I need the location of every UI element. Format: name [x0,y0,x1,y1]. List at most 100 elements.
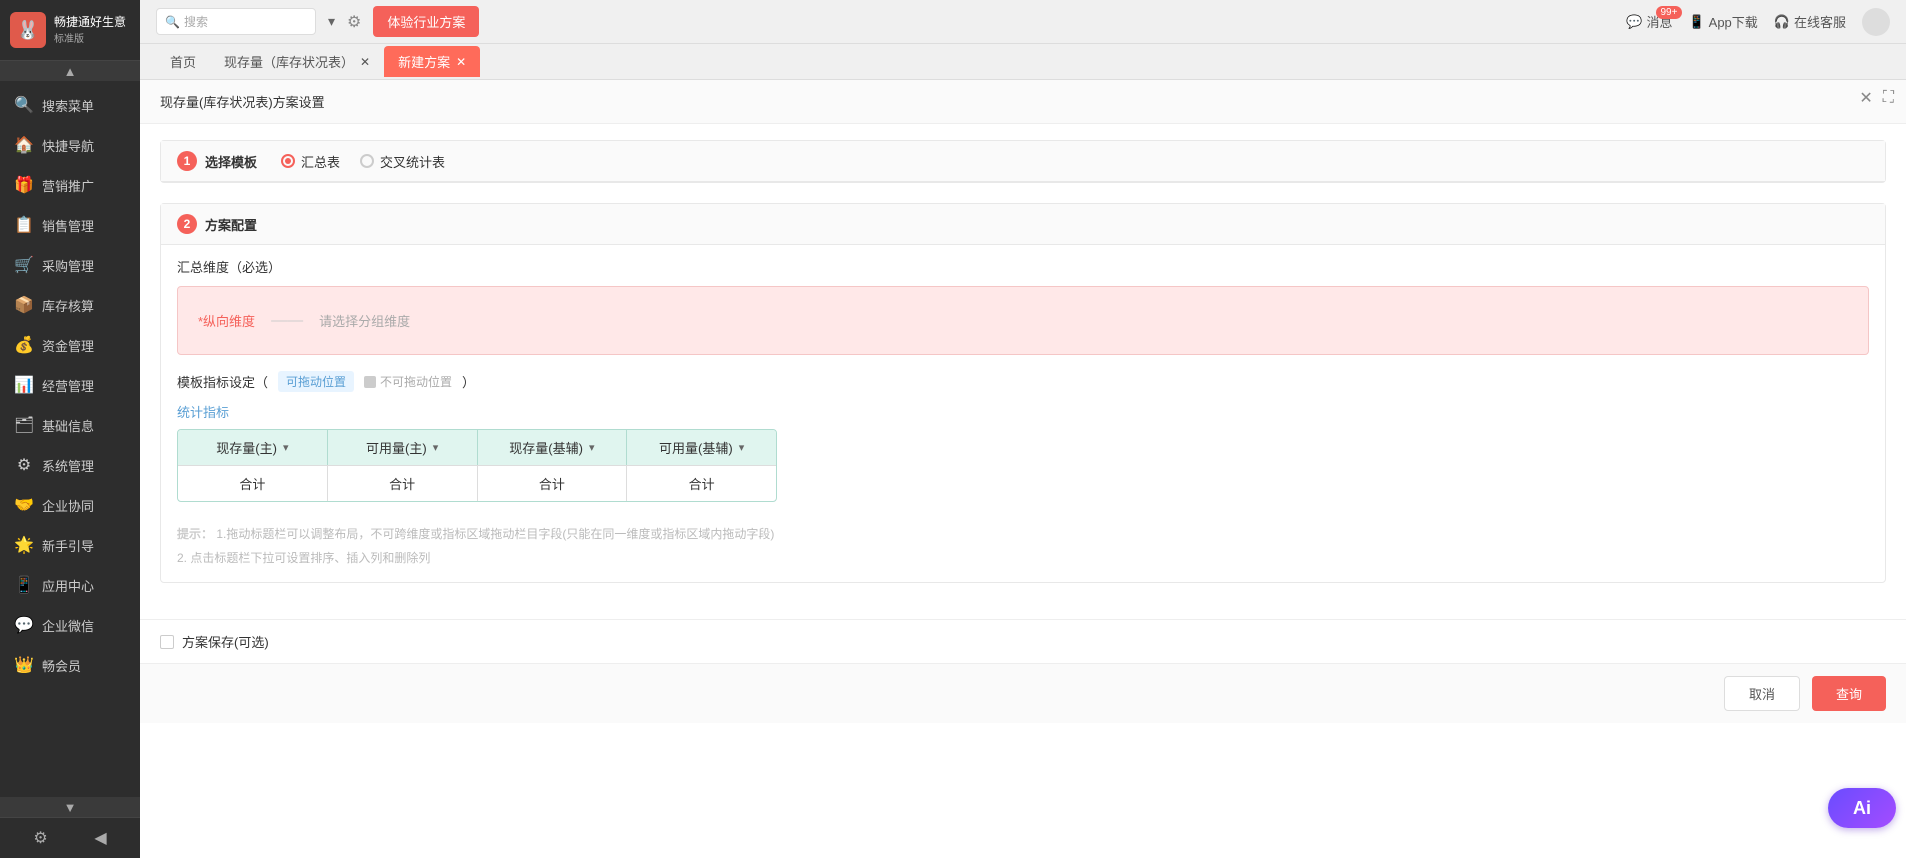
sidebar-scroll-up[interactable]: ▲ [0,61,140,81]
sidebar-item-operations[interactable]: 📊 经营管理 [0,365,140,405]
content-panel: ✕ ⛶ 现存量(库存状况表)方案设置 1 选择模板 汇总表 [140,80,1906,858]
save-option-row: 方案保存(可选) [140,619,1906,663]
stat-col-0[interactable]: 现存量(主) ▾ [178,430,328,465]
sidebar-item-system[interactable]: ⚙ 系统管理 [0,445,140,485]
logo-badge: 标准版 [54,30,126,45]
app-download-button[interactable]: 📱 App下载 [1688,12,1757,31]
tabs-bar: 首页 现存量（库存状况表） ✕ 新建方案 ✕ [140,44,1906,80]
metrics-config-close: ） [462,372,475,391]
service-button[interactable]: 🎧 在线客服 [1774,12,1846,31]
sidebar-item-member[interactable]: 👑 畅会员 [0,645,140,685]
stat-col-3[interactable]: 可用量(基辅) ▾ [627,430,776,465]
sidebar-item-finance[interactable]: 💰 资金管理 [0,325,140,365]
stat-col-1[interactable]: 可用量(主) ▾ [328,430,478,465]
stat-table-header: 现存量(主) ▾ 可用量(主) ▾ 现存量(基辅) ▾ [178,430,776,465]
sidebar-item-label: 畅会员 [42,656,81,675]
cooperation-icon: 🤝 [14,495,34,515]
sidebar-item-app-center[interactable]: 📱 应用中心 [0,565,140,605]
sidebar-item-inventory[interactable]: 📦 库存核算 [0,285,140,325]
sidebar-item-label: 采购管理 [42,256,94,275]
close-panel-button[interactable]: ✕ [1859,88,1872,108]
settings-icon[interactable]: ⚙ [33,828,47,848]
metrics-config-label: 模板指标设定（ [177,372,268,391]
step2-block: 2 方案配置 汇总维度（必选） *纵向维度 —— 请选择分组维度 [160,203,1886,583]
logo-text: 畅捷通好生意 [54,15,126,31]
save-option-label: 方案保存(可选) [182,632,269,651]
sidebar-item-search-menu[interactable]: 🔍 搜索菜单 [0,85,140,125]
search-bar[interactable]: 🔍 搜索 [156,8,316,35]
sidebar-item-basic-info[interactable]: 🗂 基础信息 [0,405,140,445]
stat-cell-2: 合计 [478,466,628,501]
stat-col-2[interactable]: 现存量(基辅) ▾ [478,430,628,465]
tab-new-plan[interactable]: 新建方案 ✕ [384,46,480,77]
query-button[interactable]: 查询 [1812,676,1886,711]
stat-cell-3: 合计 [627,466,776,501]
sidebar-item-label: 企业协同 [42,496,94,515]
expand-panel-button[interactable]: ⛶ [1883,89,1894,107]
sales-icon: 📋 [14,215,34,235]
non-draggable-icon [364,376,376,388]
non-draggable-badge: 不可拖动位置 [364,373,452,390]
dimension-placeholder: 请选择分组维度 [319,311,410,330]
stat-cell-0: 合计 [178,466,328,501]
wechat-icon: 💬 [14,615,34,635]
sidebar-footer: ⚙ ◀ [0,817,140,858]
avatar[interactable] [1862,8,1890,36]
save-checkbox[interactable] [160,635,174,649]
trial-button[interactable]: 体验行业方案 [373,6,479,37]
chevron-down-icon-3: ▾ [739,441,745,454]
sidebar: 🐰 畅捷通好生意 标准版 ▲ 🔍 搜索菜单 🏠 快捷导航 🎁 营销推广 📋 销售… [0,0,140,858]
tab-inventory-status[interactable]: 现存量（库存状况表） ✕ [210,46,384,77]
sidebar-item-label: 经营管理 [42,376,94,395]
sidebar-item-newbie[interactable]: 🌟 新手引导 [0,525,140,565]
stat-section-label: 统计指标 [177,402,1869,421]
topbar-gear-icon[interactable]: ⚙ [347,12,361,32]
tab-close-inventory[interactable]: ✕ [360,55,370,69]
sidebar-item-wechat[interactable]: 💬 企业微信 [0,605,140,645]
stat-cell-1: 合计 [328,466,478,501]
step1-block: 1 选择模板 汇总表 交叉统计表 [160,140,1886,183]
sidebar-item-label: 库存核算 [42,296,94,315]
ai-label: Ai [1853,798,1871,819]
main-area: 🔍 搜索 ▾ ⚙ 体验行业方案 💬 消息 99+ 📱 App下载 🎧 在线客服 [140,0,1906,858]
panel-controls: ✕ ⛶ [1859,88,1894,108]
statistics-table: 现存量(主) ▾ 可用量(主) ▾ 现存量(基辅) ▾ [177,429,777,502]
chevron-down-icon-1: ▾ [433,441,439,454]
dimension-box[interactable]: *纵向维度 —— 请选择分组维度 [177,286,1869,355]
panel-footer: 取消 查询 [140,663,1906,723]
sidebar-item-label: 基础信息 [42,416,94,435]
panel-body: 1 选择模板 汇总表 交叉统计表 [140,124,1906,619]
cancel-button[interactable]: 取消 [1724,676,1800,711]
dimension-req-label: *纵向维度 [198,311,255,330]
finance-icon: 💰 [14,335,34,355]
sidebar-item-cooperation[interactable]: 🤝 企业协同 [0,485,140,525]
sidebar-item-quick-nav[interactable]: 🏠 快捷导航 [0,125,140,165]
dimension-arrow: —— [271,312,303,330]
sidebar-item-label: 搜索菜单 [42,96,94,115]
message-icon: 💬 [1626,14,1642,30]
gift-icon: 🎁 [14,175,34,195]
app-center-icon: 📱 [14,575,34,595]
sidebar-item-label: 资金管理 [42,336,94,355]
ai-button[interactable]: Ai [1828,788,1896,828]
sidebar-item-sales[interactable]: 📋 销售管理 [0,205,140,245]
sidebar-item-label: 快捷导航 [42,136,94,155]
inventory-icon: 📦 [14,295,34,315]
message-badge: 99+ [1656,6,1683,19]
radio-crosstab[interactable]: 交叉统计表 [360,152,445,171]
tip-label: 提示： 1.拖动标题栏可以调整布局，不可跨维度或指标区域拖动栏目字段(只能在同一… [177,522,1869,546]
stat-table-row: 合计 合计 合计 合计 [178,465,776,501]
sidebar-scroll-down[interactable]: ▼ [0,797,140,817]
tab-home[interactable]: 首页 [156,46,210,77]
collapse-icon[interactable]: ◀ [94,828,106,848]
sidebar-item-label: 企业微信 [42,616,94,635]
sidebar-item-marketing[interactable]: 🎁 营销推广 [0,165,140,205]
topbar-dropdown-icon[interactable]: ▾ [328,13,335,30]
sidebar-item-label: 销售管理 [42,216,94,235]
radio-summary[interactable]: 汇总表 [281,152,340,171]
tab-close-new-plan[interactable]: ✕ [456,55,466,69]
sidebar-item-purchase[interactable]: 🛒 采购管理 [0,245,140,285]
home-icon: 🏠 [14,135,34,155]
sidebar-item-label: 系统管理 [42,456,94,475]
message-button[interactable]: 💬 消息 99+ [1626,12,1672,31]
